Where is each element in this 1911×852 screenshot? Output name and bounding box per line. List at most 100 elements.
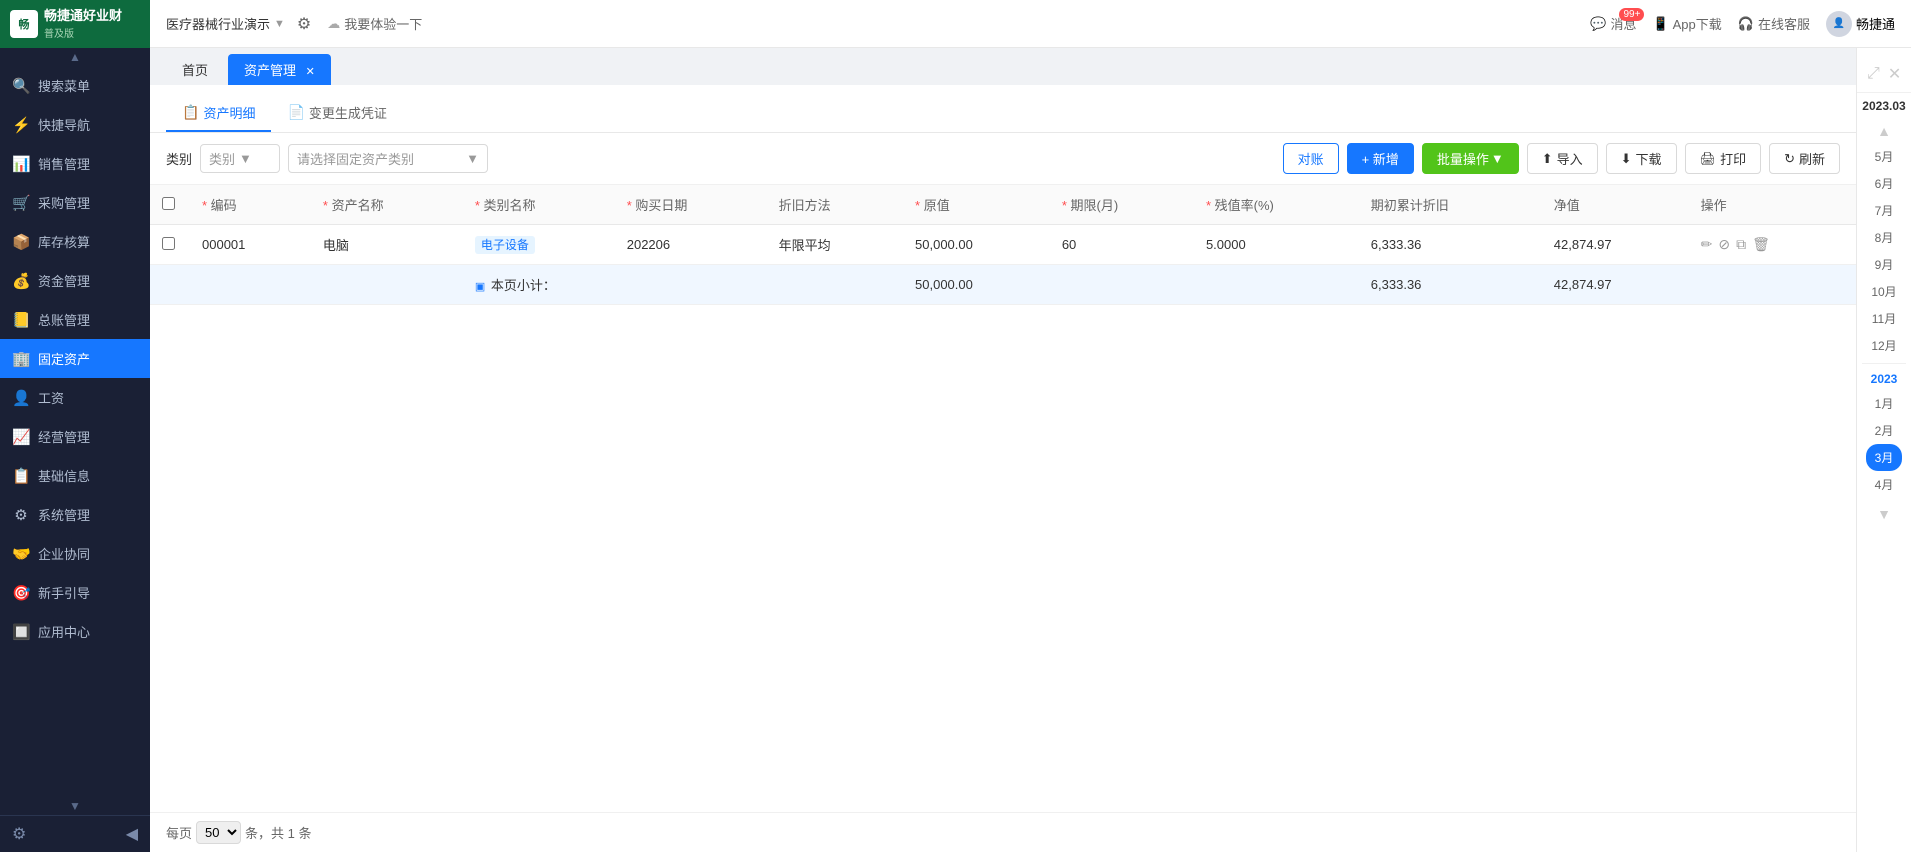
- message-button[interactable]: 💬 消息 99+: [1590, 14, 1636, 33]
- new-button[interactable]: + 新增: [1347, 143, 1414, 174]
- tab-asset-mgmt-label: 资产管理: [244, 63, 296, 78]
- app-download-button[interactable]: 📱 App下载: [1652, 14, 1721, 33]
- sidebar-item-collab[interactable]: 🤝 企业协同: [0, 534, 150, 573]
- sidebar-item-finance[interactable]: 💰 资金管理: [0, 261, 150, 300]
- subtotal-initial-accumulated: 6,333.36: [1359, 265, 1542, 305]
- month-8[interactable]: 8月: [1857, 224, 1911, 251]
- row-name: 电脑: [311, 225, 463, 265]
- category-filter-select[interactable]: 请选择固定资产类别 ▼: [288, 144, 488, 173]
- page-content: 首页 资产管理 ✕ 📋 资产明细 📄 变更生成凭证: [150, 48, 1856, 852]
- expand-panel-icon[interactable]: ⤢: [1863, 61, 1884, 87]
- sidebar-item-search[interactable]: 🔍 搜索菜单: [0, 66, 150, 105]
- row-check: [150, 225, 190, 265]
- panel-divider: [1862, 363, 1905, 364]
- sidebar-item-label: 企业协同: [38, 544, 90, 563]
- topbar-settings-icon[interactable]: ⚙: [297, 14, 311, 34]
- month-9[interactable]: 9月: [1857, 251, 1911, 278]
- row-checkbox[interactable]: [162, 237, 175, 250]
- sidebar-item-basic[interactable]: 📋 基础信息: [0, 456, 150, 495]
- pagination-bar: 每页 50 条，共 1 条: [150, 812, 1856, 852]
- sidebar-item-ops[interactable]: 📈 经营管理: [0, 417, 150, 456]
- sidebar-scroll-down[interactable]: ▼: [0, 797, 150, 815]
- sidebar-item-ledger[interactable]: 📒 总账管理: [0, 300, 150, 339]
- user-menu[interactable]: 👤 畅捷通: [1826, 11, 1895, 37]
- row-original-value: 50,000.00: [903, 225, 1050, 265]
- service-label: 在线客服: [1758, 14, 1810, 33]
- sidebar-item-inventory[interactable]: 📦 库存核算: [0, 222, 150, 261]
- refresh-button[interactable]: ↻ 刷新: [1769, 143, 1840, 174]
- edit-icon[interactable]: ✏: [1701, 236, 1713, 253]
- month-6[interactable]: 6月: [1857, 170, 1911, 197]
- print-icon: 🖨: [1700, 151, 1717, 167]
- inner-page: 📋 资产明细 📄 变更生成凭证 类别 类别 ▼: [150, 85, 1856, 852]
- select-all-checkbox[interactable]: [162, 197, 175, 210]
- category-filter-arrow: ▼: [466, 151, 479, 166]
- sub-tabs: 📋 资产明细 📄 变更生成凭证: [150, 85, 1856, 133]
- month-list-2023: 1月 2月 3月 4月: [1857, 390, 1911, 498]
- panel-up-arrow[interactable]: ▲: [1873, 119, 1895, 143]
- settings-bottom-icon[interactable]: ⚙: [12, 824, 26, 844]
- sidebar-item-label: 系统管理: [38, 505, 90, 524]
- import-button[interactable]: ⬆ 导入: [1527, 143, 1598, 174]
- category-type-select[interactable]: 类别 ▼: [200, 144, 280, 173]
- month-2[interactable]: 2月: [1857, 417, 1911, 444]
- message-badge: 99+: [1619, 8, 1644, 21]
- sidebar-item-apps[interactable]: 🔲 应用中心: [0, 612, 150, 651]
- month-3-active[interactable]: 3月: [1866, 444, 1902, 471]
- per-page-select[interactable]: 50: [196, 821, 241, 844]
- category-badge: 电子设备: [475, 236, 535, 254]
- sub-tab-change-voucher[interactable]: 📄 变更生成凭证: [271, 95, 402, 132]
- month-5[interactable]: 5月: [1857, 143, 1911, 170]
- quick-nav-icon: ⚡: [12, 116, 30, 134]
- customer-service-button[interactable]: 🎧 在线客服: [1738, 14, 1810, 33]
- month-10[interactable]: 10月: [1857, 278, 1911, 305]
- col-depreciation-method: 折旧方法: [767, 185, 903, 225]
- batch-ops-button[interactable]: 批量操作 ▼: [1422, 143, 1519, 174]
- tab-close-icon[interactable]: ✕: [306, 66, 315, 78]
- month-12[interactable]: 12月: [1857, 332, 1911, 359]
- col-name: 资产名称: [311, 185, 463, 225]
- company-selector[interactable]: 医疗器械行业演示 ▼: [166, 14, 285, 33]
- sidebar-item-label: 固定资产: [38, 349, 90, 368]
- sub-tab-change-voucher-label: 变更生成凭证: [309, 103, 387, 122]
- download-button[interactable]: ⬇ 下载: [1606, 143, 1677, 174]
- subtotal-label: ▣ 本页小计：: [463, 265, 767, 305]
- month-11[interactable]: 11月: [1857, 305, 1911, 332]
- action-icons: ✏ ⊘ ⧉ 🗑: [1701, 236, 1844, 253]
- month-4[interactable]: 4月: [1857, 471, 1911, 498]
- month-7[interactable]: 7月: [1857, 197, 1911, 224]
- sidebar-item-sales[interactable]: 📊 销售管理: [0, 144, 150, 183]
- experience-button[interactable]: ☁ 我要体验一下: [327, 14, 422, 33]
- panel-down-arrow[interactable]: ▼: [1873, 502, 1895, 526]
- batch-ops-label: 批量操作: [1437, 149, 1489, 168]
- sidebar-item-system[interactable]: ⚙ 系统管理: [0, 495, 150, 534]
- copy-icon[interactable]: ⊘: [1718, 236, 1730, 253]
- row-residual-rate: 5.0000: [1194, 225, 1359, 265]
- refresh-icon: ↻: [1784, 151, 1795, 167]
- tab-asset-mgmt[interactable]: 资产管理 ✕: [228, 54, 331, 85]
- fixed-assets-icon: 🏢: [12, 350, 30, 368]
- print-button[interactable]: 🖨 打印: [1685, 143, 1762, 174]
- category-filter-placeholder: 请选择固定资产类别: [297, 149, 414, 168]
- right-panel-year: 2023.03: [1862, 93, 1905, 119]
- reconcile-button[interactable]: 对账: [1283, 143, 1339, 174]
- sidebar-item-label: 新手引导: [38, 583, 90, 602]
- sidebar-item-quick-nav[interactable]: ⚡ 快捷导航: [0, 105, 150, 144]
- month-1[interactable]: 1月: [1857, 390, 1911, 417]
- toolbar: 类别 类别 ▼ 请选择固定资产类别 ▼ 对账: [150, 133, 1856, 185]
- sidebar-item-fixed-assets[interactable]: 🏢 固定资产: [0, 339, 150, 378]
- sidebar-item-payroll[interactable]: 👤 工资: [0, 378, 150, 417]
- sidebar-item-guide[interactable]: 🎯 新手引导: [0, 573, 150, 612]
- sub-tab-asset-detail[interactable]: 📋 资产明细: [166, 95, 271, 132]
- filter-row: 类别 类别 ▼ 请选择固定资产类别 ▼: [166, 144, 488, 173]
- close-panel-icon[interactable]: ✕: [1884, 60, 1905, 88]
- download-icon: ⬇: [1621, 151, 1632, 167]
- delete-icon[interactable]: 🗑: [1752, 236, 1770, 253]
- export-icon[interactable]: ⧉: [1736, 236, 1746, 253]
- collapse-sidebar-icon[interactable]: ◀: [126, 824, 138, 844]
- print-label: 打印: [1720, 149, 1746, 168]
- tab-home[interactable]: 首页: [166, 54, 224, 85]
- sidebar-nav: 🔍 搜索菜单 ⚡ 快捷导航 📊 销售管理 🛒 采购管理 📦 库存核算 💰 资金管…: [0, 66, 150, 797]
- sidebar-item-purchase[interactable]: 🛒 采购管理: [0, 183, 150, 222]
- sidebar-scroll-up[interactable]: ▲: [0, 48, 150, 66]
